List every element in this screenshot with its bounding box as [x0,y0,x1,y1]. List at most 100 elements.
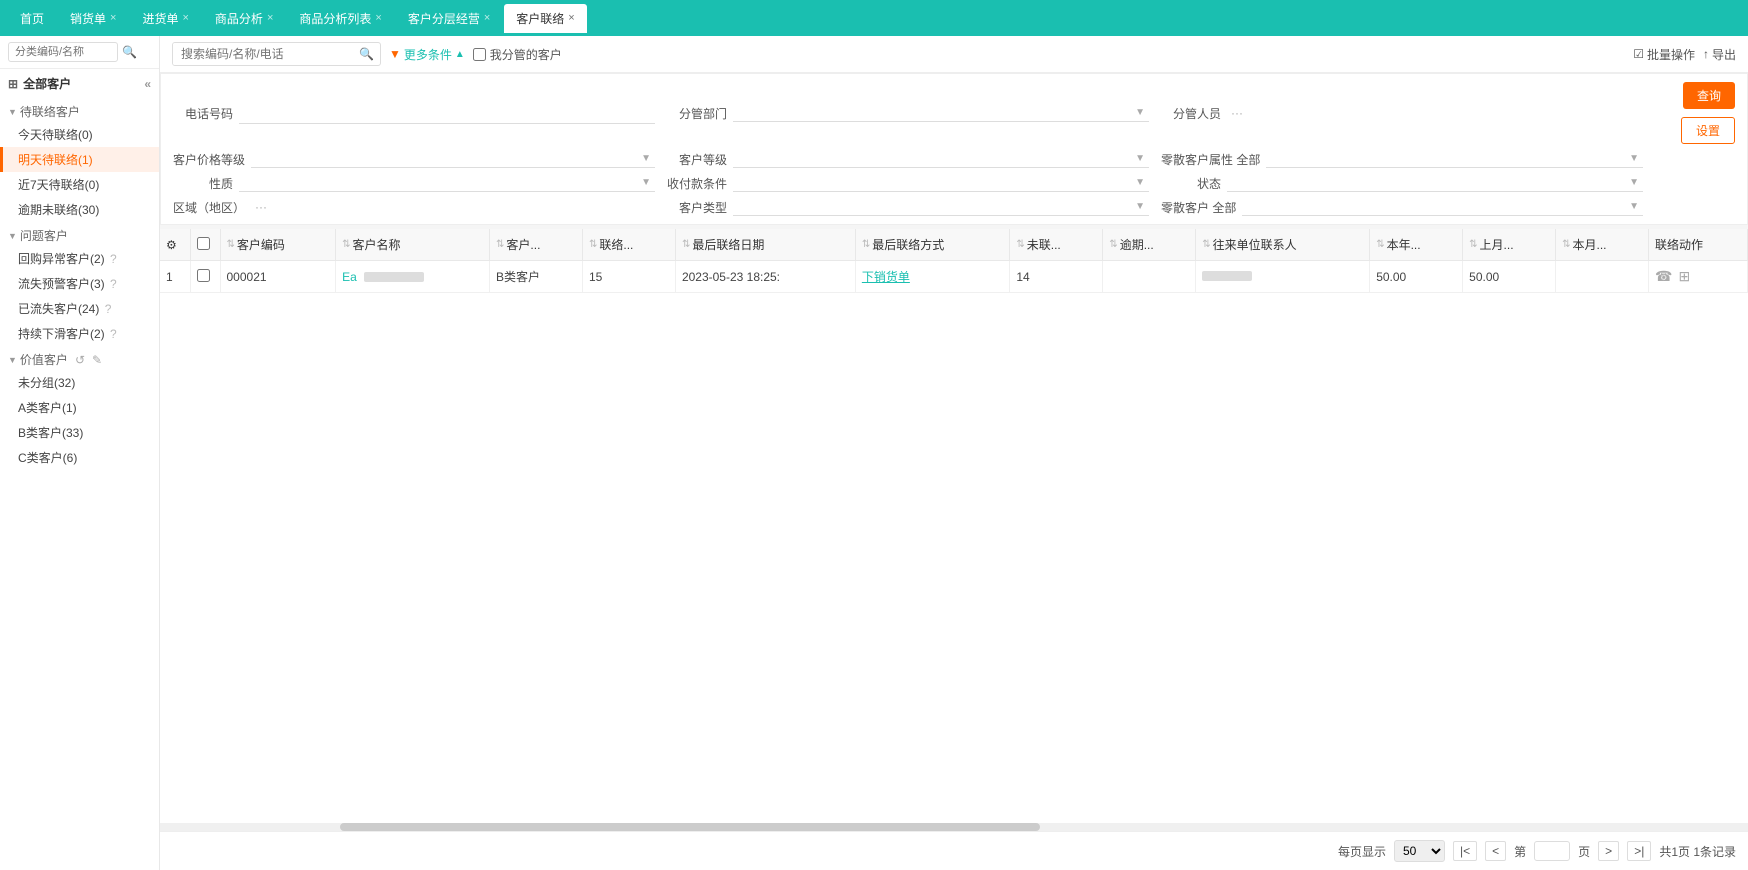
filter-label-customer-level: 客户等级 [667,151,727,168]
qr-action-icon[interactable]: ⊞ [1679,268,1691,285]
filter-select-nature[interactable]: ▼ [239,174,655,192]
close-customer-stratification-icon[interactable]: × [484,12,490,24]
current-page-input[interactable]: 1 [1534,841,1570,861]
filter-select-status[interactable]: ▼ [1227,174,1643,192]
first-page-button[interactable]: |< [1453,841,1477,861]
col-customer-type[interactable]: ⇅ 客户... [490,229,583,261]
chevron-down-icon: ▼ [1629,177,1639,188]
chevron-down-icon: ▼ [641,153,651,164]
export-button[interactable]: ↑ 导出 [1703,46,1736,63]
filter-dots-region[interactable]: ··· [251,200,271,214]
col-customer-code[interactable]: ⇅ 客户编码 [220,229,336,261]
nav-customer-stratification[interactable]: 客户分层经营 × [396,4,502,33]
last-page-button[interactable]: >| [1627,841,1651,861]
filter-select-payment[interactable]: ▼ [733,174,1149,192]
sidebar-item-churned[interactable]: 已流失客户(24) ? [0,296,159,321]
settings-button[interactable]: 设置 [1681,117,1735,144]
nav-customer-contact[interactable]: 客户联络 × [504,4,586,33]
col-contact-count[interactable]: ⇅ 联络... [582,229,675,261]
filter-label-phone: 电话号码 [173,105,233,122]
row-checkbox[interactable] [197,269,210,282]
sidebar-item-tomorrow-pending[interactable]: 明天待联络(1) [0,147,159,172]
next-page-button[interactable]: > [1598,841,1619,861]
filter-select-dept[interactable]: ▼ [733,104,1149,122]
help-icon: ? [110,327,117,341]
nav-product-analysis-list[interactable]: 商品分析列表 × [287,4,393,33]
search-button[interactable]: 🔍 [353,43,380,65]
cell-last-contact-date: 2023-05-23 18:25: [675,261,855,293]
nav-sales-order[interactable]: 销货单 × [58,4,128,33]
sidebar-search-input[interactable] [8,42,118,62]
close-product-analysis-icon[interactable]: × [267,12,273,24]
filter-row-2: 客户价格等级 ▼ 客户等级 ▼ 零散客户属性 全部 [173,150,1735,168]
close-customer-contact-icon[interactable]: × [568,12,574,24]
filter-select-price-level[interactable]: ▼ [251,150,655,168]
sidebar-item-today-pending[interactable]: 今天待联络(0) [0,122,159,147]
filter-select-customer-level[interactable]: ▼ [733,150,1149,168]
my-customers-checkbox-wrap[interactable]: 我分管的客户 [473,46,562,63]
col-this-year[interactable]: ⇅ 本年... [1370,229,1463,261]
filter-toggle[interactable]: ▼ 更多条件 ▲ [389,46,465,63]
filter-input-phone[interactable] [239,103,655,124]
col-unit-contact[interactable]: ⇅ 往来单位联系人 [1196,229,1370,261]
horizontal-scrollbar[interactable] [160,823,1748,831]
prev-page-button[interactable]: < [1485,841,1506,861]
col-overdue[interactable]: ⇅ 逾期... [1103,229,1196,261]
col-customer-name[interactable]: ⇅ 客户名称 [336,229,490,261]
select-all-checkbox[interactable] [197,237,210,250]
settings-icon[interactable]: ⚙ [166,238,177,252]
help-icon: ? [110,252,117,266]
refresh-icon[interactable]: ↺ [75,353,85,367]
contact-action-icon[interactable]: ☎ [1655,268,1672,285]
sidebar-item-continuous-decline[interactable]: 持续下滑客户(2) ? [0,321,159,346]
export-icon: ↑ [1703,47,1709,61]
sidebar-group-pending-contact[interactable]: 待联络客户 [0,98,159,122]
col-this-month[interactable]: ⇅ 本月... [1556,229,1649,261]
filter-cell-retail-customer: 零散客户 全部 ▼ [1161,198,1655,216]
col-last-month[interactable]: ⇅ 上月... [1463,229,1556,261]
filter-dots-manager[interactable]: ··· [1227,106,1247,120]
sidebar-item-7days-pending[interactable]: 近7天待联络(0) [0,172,159,197]
sidebar-item-class-a[interactable]: A类客户(1) [0,395,159,420]
sidebar-item-class-c[interactable]: C类客户(6) [0,445,159,470]
sidebar-item-churn-warning[interactable]: 流失预警客户(3) ? [0,271,159,296]
cell-checkbox[interactable] [190,261,220,293]
scrollbar-thumb[interactable] [340,823,1040,831]
nav-home[interactable]: 首页 [8,4,56,33]
filter-arrow-icon: ▲ [455,49,465,60]
sidebar-item-ungrouped[interactable]: 未分组(32) [0,370,159,395]
col-uncontacted[interactable]: ⇅ 未联... [1010,229,1103,261]
cell-contact-count: 15 [582,261,675,293]
edit-icon[interactable]: ✎ [92,353,102,367]
filter-select-retail-customer[interactable]: ▼ [1242,198,1643,216]
sidebar-item-class-b[interactable]: B类客户(33) [0,420,159,445]
sidebar-item-overdue-contact[interactable]: 逾期未联络(30) [0,197,159,222]
search-input[interactable] [173,43,353,65]
sidebar-all-customers[interactable]: ⊞ 全部客户 « [0,69,159,98]
filter-select-customer-type[interactable]: ▼ [733,198,1149,216]
col-checkbox[interactable] [190,229,220,261]
sort-icon: ⇅ [1469,239,1477,250]
cell-name[interactable]: Ea [336,261,490,293]
nav-purchase-order[interactable]: 进货单 × [130,4,200,33]
page-size-select[interactable]: 20 50 100 [1394,840,1445,862]
filter-select-retail-attr[interactable]: ▼ [1266,150,1643,168]
filter-label-manager: 分管人员 [1161,105,1221,122]
sidebar-group-value-customers[interactable]: 价值客户 ↺ ✎ [0,346,159,370]
col-last-contact-date[interactable]: ⇅ 最后联络日期 [675,229,855,261]
filter-label-customer-type: 客户类型 [667,199,727,216]
batch-operation-button[interactable]: ☑ 批量操作 [1633,46,1695,63]
close-product-analysis-list-icon[interactable]: × [375,12,381,24]
col-last-contact-method[interactable]: ⇅ 最后联络方式 [855,229,1010,261]
sidebar-item-repurchase-anomaly[interactable]: 回购异常客户(2) ? [0,246,159,271]
close-purchase-order-icon[interactable]: × [182,12,188,24]
sidebar-search-icon[interactable]: 🔍 [122,45,137,59]
close-sales-order-icon[interactable]: × [110,12,116,24]
my-customers-checkbox[interactable] [473,48,486,61]
collapse-icon[interactable]: « [144,77,151,91]
nav-product-analysis[interactable]: 商品分析 × [203,4,285,33]
col-settings[interactable]: ⚙ [160,229,190,261]
query-button[interactable]: 查询 [1683,82,1735,109]
sidebar-group-problem-customers[interactable]: 问题客户 [0,222,159,246]
cell-last-contact-method[interactable]: 下销货单 [855,261,1010,293]
